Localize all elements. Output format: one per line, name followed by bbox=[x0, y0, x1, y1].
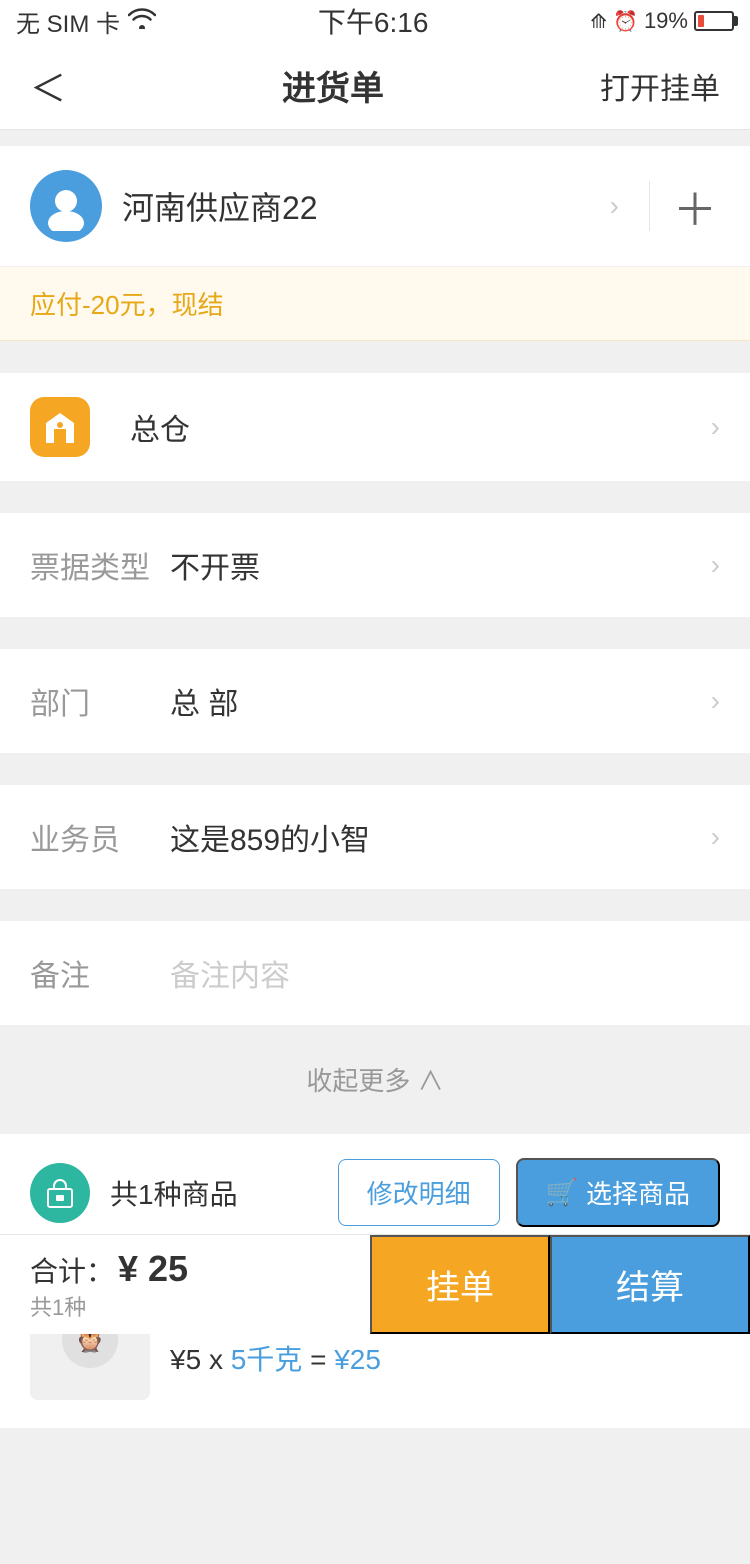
total-amount: ¥ 25 bbox=[118, 1248, 188, 1290]
nav-bar: ＜ 进货单 打开挂单 bbox=[0, 42, 750, 130]
modify-detail-button[interactable]: 修改明细 bbox=[338, 1159, 500, 1226]
invoice-row[interactable]: 票据类型 不开票 › bbox=[0, 513, 750, 617]
warehouse-row[interactable]: 总仓 › bbox=[0, 373, 750, 481]
warehouse-chevron-icon: › bbox=[711, 411, 720, 443]
dept-row[interactable]: 部门 总 部 › bbox=[0, 649, 750, 753]
product-price: ¥5 x 5千克 = ¥25 bbox=[170, 1338, 684, 1378]
dept-value: 总 部 bbox=[150, 679, 711, 723]
status-right: ⟰ ⏰ 19% bbox=[590, 8, 734, 34]
dept-chevron-icon: › bbox=[711, 685, 720, 717]
remark-label: 备注 bbox=[30, 951, 150, 995]
back-button[interactable]: ＜ bbox=[30, 60, 66, 112]
battery-icon bbox=[694, 11, 734, 31]
select-product-button[interactable]: 🛒 选择商品 bbox=[516, 1158, 720, 1227]
supplier-avatar bbox=[30, 170, 102, 242]
status-left: 无 SIM 卡 bbox=[16, 4, 156, 39]
invoice-chevron-icon: › bbox=[711, 549, 720, 581]
product-icon bbox=[30, 1163, 90, 1223]
invoice-section: 票据类型 不开票 › bbox=[0, 513, 750, 617]
alarm-icon: ⏰ bbox=[613, 9, 638, 34]
salesperson-chevron-icon: › bbox=[711, 821, 720, 853]
remark-row[interactable]: 备注 备注内容 bbox=[0, 921, 750, 1025]
dept-label: 部门 bbox=[30, 679, 150, 723]
open-pending-button[interactable]: 打开挂单 bbox=[600, 64, 720, 108]
wifi-icon bbox=[128, 7, 156, 36]
pending-button[interactable]: 挂单 bbox=[370, 1235, 550, 1334]
status-bar: 无 SIM 卡 下午6:16 ⟰ ⏰ 19% bbox=[0, 0, 750, 42]
notice-text: 应付-20元，现结 bbox=[30, 290, 224, 320]
remark-section: 备注 备注内容 bbox=[0, 921, 750, 1025]
total-count: 共1种 bbox=[30, 1290, 340, 1322]
checkout-button[interactable]: 结算 bbox=[550, 1235, 750, 1334]
footer: 合计： ¥ 25 共1种 挂单 结算 bbox=[0, 1234, 750, 1334]
warehouse-section[interactable]: 总仓 › bbox=[0, 373, 750, 481]
location-icon: ⟰ bbox=[590, 9, 607, 34]
page-title: 进货单 bbox=[282, 61, 384, 110]
footer-total: 合计： ¥ 25 共1种 bbox=[0, 1235, 370, 1334]
status-time: 下午6:16 bbox=[318, 1, 429, 41]
remark-input[interactable]: 备注内容 bbox=[150, 951, 720, 995]
add-supplier-button[interactable]: ＋ bbox=[670, 181, 720, 231]
collapse-button[interactable]: 收起更多 ∧ bbox=[0, 1041, 750, 1118]
salesperson-row[interactable]: 业务员 这是859的小智 › bbox=[0, 785, 750, 889]
supplier-row: 河南供应商22 › ＋ bbox=[0, 146, 750, 267]
supplier-section: 河南供应商22 › ＋ 应付-20元，现结 bbox=[0, 146, 750, 341]
divider bbox=[649, 181, 650, 231]
dept-section: 部门 总 部 › bbox=[0, 649, 750, 753]
invoice-value: 不开票 bbox=[150, 543, 711, 587]
salesperson-value: 这是859的小智 bbox=[150, 815, 711, 859]
supplier-name: 河南供应商22 bbox=[122, 183, 610, 229]
salesperson-label: 业务员 bbox=[30, 815, 150, 859]
cart-icon: 🛒 bbox=[546, 1177, 578, 1208]
supplier-chevron-icon[interactable]: › bbox=[610, 190, 619, 222]
notice-bar: 应付-20元，现结 bbox=[0, 267, 750, 341]
total-label: 合计： bbox=[30, 1250, 114, 1290]
warehouse-name: 总仓 bbox=[130, 405, 711, 449]
invoice-label: 票据类型 bbox=[30, 543, 150, 587]
sim-label: 无 SIM 卡 bbox=[16, 4, 120, 39]
warehouse-icon bbox=[30, 397, 90, 457]
salesperson-section: 业务员 这是859的小智 › bbox=[0, 785, 750, 889]
battery-pct: 19% bbox=[644, 8, 688, 34]
product-count: 共1种商品 bbox=[110, 1173, 338, 1213]
